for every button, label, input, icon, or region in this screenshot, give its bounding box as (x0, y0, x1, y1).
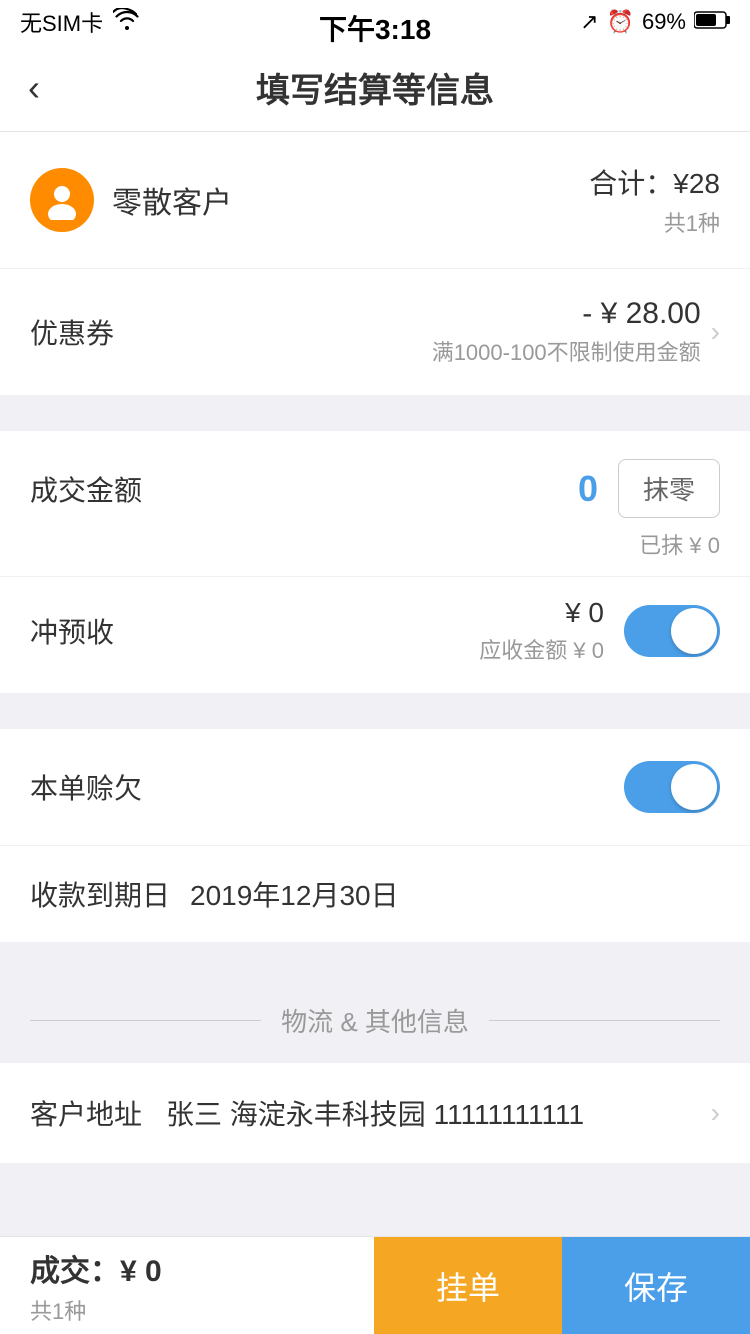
customer-section: 零散客户 合计：¥28 共1种 优惠券 - ¥ 28.00 满1000-100不… (0, 132, 750, 395)
nav-title: 填写结算等信息 (256, 63, 494, 112)
logistics-header: 物流 & 其他信息 (0, 978, 750, 1063)
wifi-icon (113, 8, 141, 36)
customer-row: 零散客户 合计：¥28 共1种 (0, 132, 750, 268)
prepay-row: 冲预收 ¥ 0 应收金额 ¥ 0 (0, 576, 750, 693)
logistics-title: 物流 & 其他信息 (281, 1002, 469, 1039)
deal-row: 成交金额 0 抹零 (0, 431, 750, 528)
customer-count: 共1种 (589, 206, 720, 238)
customer-total: 合计：¥28 (589, 162, 720, 202)
alarm-icon: ⏰ (607, 9, 634, 35)
debt-toggle[interactable] (624, 761, 720, 813)
section-divider-1 (0, 413, 750, 431)
address-label: 客户地址 (30, 1093, 142, 1133)
bottom-info: 成交：¥ 0 共1种 (0, 1246, 374, 1326)
debt-toggle-knob (671, 764, 717, 810)
customer-right: 合计：¥28 共1种 (589, 162, 720, 238)
coupon-desc: 满1000-100不限制使用金额 (432, 335, 701, 367)
nav-bar: ‹ 填写结算等信息 (0, 44, 750, 132)
status-bar: 无SIM卡 下午3:18 ↗ ⏰ 69% (0, 0, 750, 44)
battery-icon (694, 9, 730, 35)
status-time: 下午3:18 (319, 8, 431, 48)
address-row[interactable]: 客户地址 张三 海淀永丰科技园 11111111111 › (0, 1063, 750, 1163)
due-date-label: 收款到期日 (30, 874, 170, 914)
logistics-line-right (489, 1020, 720, 1021)
deal-label: 成交金额 (30, 469, 142, 509)
battery-text: 69% (642, 9, 686, 35)
deal-section: 成交金额 0 抹零 已抹 ¥ 0 冲预收 ¥ 0 应收金额 ¥ 0 (0, 431, 750, 693)
customer-name: 零散客户 (112, 178, 232, 222)
round-zero-button[interactable]: 抹零 (618, 459, 720, 518)
already-rounded: 已抹 ¥ 0 (0, 528, 750, 576)
debt-section: 本单赊欠 收款到期日 2019年12月30日 (0, 729, 750, 942)
address-chevron-icon: › (711, 1097, 720, 1129)
prepay-label: 冲预收 (30, 611, 114, 651)
bottom-deal-value: ¥ 0 (120, 1255, 162, 1288)
debt-row: 本单赊欠 (0, 729, 750, 845)
customer-left: 零散客户 (30, 168, 232, 232)
chevron-right-icon: › (711, 316, 720, 348)
bottom-bar: 成交：¥ 0 共1种 挂单 保存 (0, 1236, 750, 1334)
carrier-text: 无SIM卡 (20, 6, 103, 38)
coupon-label: 优惠券 (30, 312, 114, 352)
coupon-right: - ¥ 28.00 满1000-100不限制使用金额 › (432, 297, 720, 367)
customer-avatar (30, 168, 94, 232)
back-button[interactable]: ‹ (28, 67, 40, 109)
location-icon: ↗ (580, 9, 598, 35)
toggle-knob (671, 608, 717, 654)
prepay-right: ¥ 0 应收金额 ¥ 0 (479, 597, 720, 665)
coupon-right-inner: - ¥ 28.00 满1000-100不限制使用金额 (432, 297, 701, 367)
status-left: 无SIM卡 (20, 6, 141, 38)
due-date-row[interactable]: 收款到期日 2019年12月30日 (0, 845, 750, 942)
address-value: 张三 海淀永丰科技园 11111111111 (166, 1093, 711, 1133)
section-divider-3 (0, 960, 750, 978)
status-right: ↗ ⏰ 69% (580, 9, 730, 35)
prepay-amount: ¥ 0 (479, 597, 604, 629)
logistics-line-left (30, 1020, 261, 1021)
pending-button[interactable]: 挂单 (374, 1237, 562, 1334)
save-button[interactable]: 保存 (562, 1237, 750, 1334)
bottom-deal-amount: 成交：¥ 0 (30, 1246, 344, 1290)
coupon-row[interactable]: 优惠券 - ¥ 28.00 满1000-100不限制使用金额 › (0, 268, 750, 395)
deal-right: 0 抹零 (538, 459, 720, 518)
prepay-toggle[interactable] (624, 605, 720, 657)
debt-label: 本单赊欠 (30, 767, 142, 807)
bottom-count: 共1种 (30, 1294, 344, 1326)
section-divider-2 (0, 711, 750, 729)
coupon-amount: - ¥ 28.00 (432, 297, 701, 331)
bottom-deal-label: 成交： (30, 1255, 120, 1288)
prepay-receivable: 应收金额 ¥ 0 (479, 633, 604, 665)
due-date-value: 2019年12月30日 (190, 874, 399, 914)
prepay-amount-block: ¥ 0 应收金额 ¥ 0 (479, 597, 604, 665)
deal-amount[interactable]: 0 (538, 468, 598, 510)
